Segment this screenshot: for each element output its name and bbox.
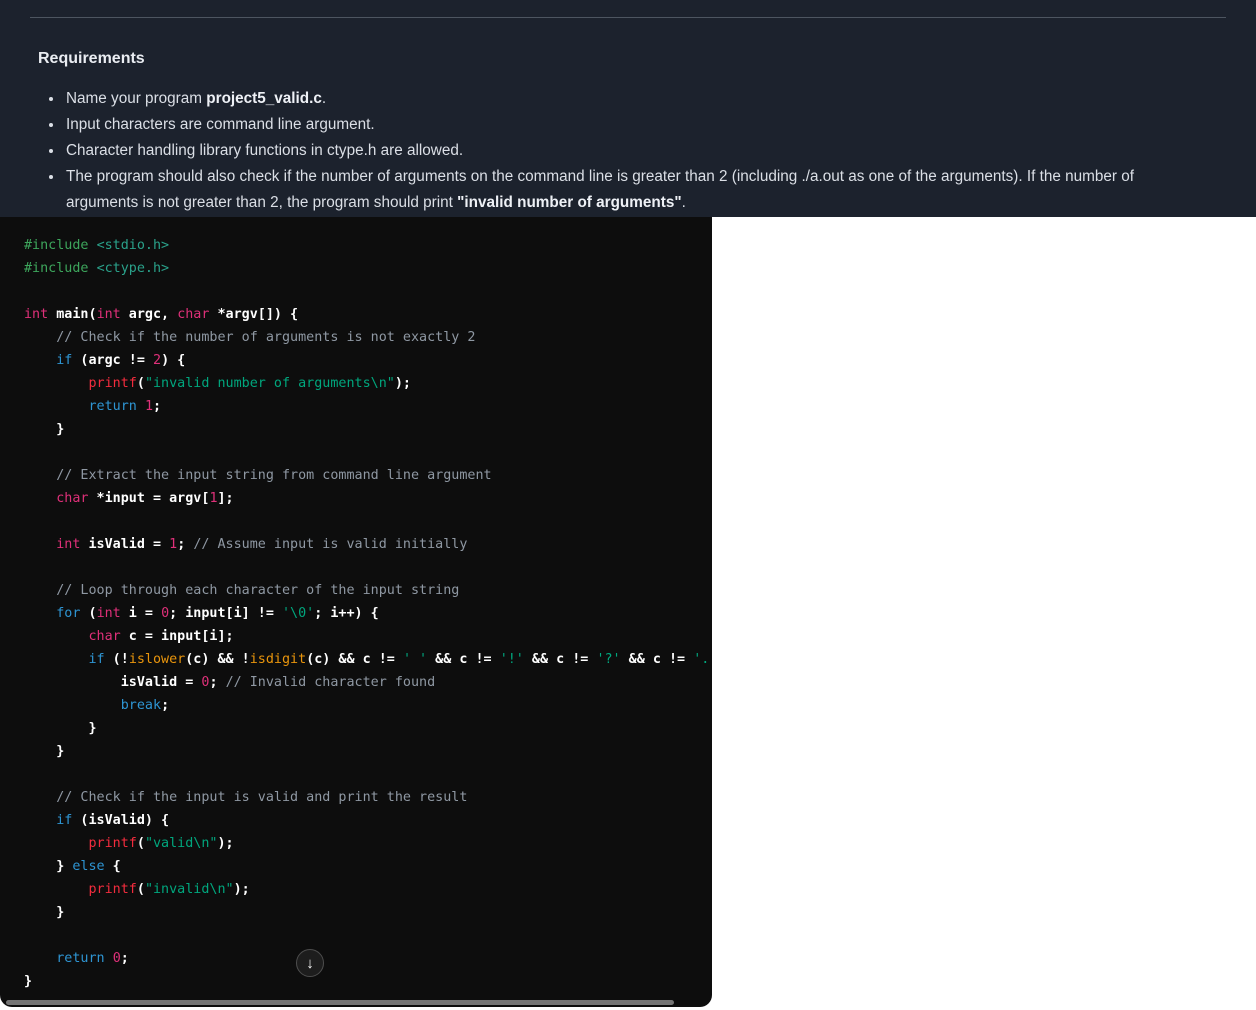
code-line: int main(int argc, char *argv[]) { (24, 307, 299, 322)
code-line: // Check if the number of arguments is n… (24, 330, 476, 345)
requirement-item: Name your program project5_valid.c. (64, 86, 1176, 112)
code-line: } (24, 974, 33, 989)
code-line: } (24, 721, 97, 736)
code-line: return 1; (88, 399, 162, 414)
code-line: } else { (24, 859, 121, 874)
code-line: if (isValid) { (56, 813, 170, 828)
code-line: for (int i = 0; input[i] != '\0'; i++) { (56, 606, 379, 621)
horizontal-scrollbar-thumb[interactable] (6, 1000, 674, 1005)
requirement-item: Character handling library functions in … (64, 138, 1176, 164)
code-content: #include <stdio.h> #include <ctype.h> int … (24, 234, 709, 993)
code-line: if (!islower(c) && !isdigit(c) && c != '… (88, 652, 710, 667)
code-line: isValid = 0; // Invalid character found (24, 675, 436, 690)
code-line: } (24, 422, 65, 437)
code-line: printf("invalid number of arguments\n"); (88, 376, 411, 391)
code-line: printf("invalid\n"); (88, 882, 250, 897)
code-line: if (argc != 2) { (56, 353, 186, 368)
arrow-down-icon: ↓ (306, 954, 314, 972)
requirement-item: Input characters are command line argume… (64, 112, 1176, 138)
requirements-heading: Requirements (38, 50, 145, 67)
requirements-list: Name your program project5_valid.c.Input… (64, 86, 1176, 216)
code-line: } (24, 744, 65, 759)
requirement-item: The program should also check if the num… (64, 164, 1176, 216)
code-line: char *input = argv[1]; (56, 491, 234, 506)
requirements-section: Requirements Name your program project5_… (0, 0, 1256, 217)
code-line: // Check if the input is valid and print… (24, 790, 468, 805)
code-line: // Extract the input string from command… (24, 468, 492, 483)
code-block: #include <stdio.h> #include <ctype.h> int … (0, 217, 712, 1007)
code-line: } (24, 905, 65, 920)
code-line: #include <ctype.h> (24, 261, 170, 276)
code-line: printf("valid\n"); (88, 836, 234, 851)
code-line: int isValid = 1; // Assume input is vali… (56, 537, 468, 552)
code-line: break; (120, 698, 170, 713)
code-line: return 0; (56, 951, 129, 966)
top-divider (30, 17, 1226, 18)
code-line: #include <stdio.h> (24, 238, 170, 253)
code-line: char c = input[i]; (88, 629, 234, 644)
code-line: // Loop through each character of the in… (24, 583, 460, 598)
scroll-to-bottom-button[interactable]: ↓ (296, 949, 324, 977)
page-background (712, 217, 1256, 1010)
